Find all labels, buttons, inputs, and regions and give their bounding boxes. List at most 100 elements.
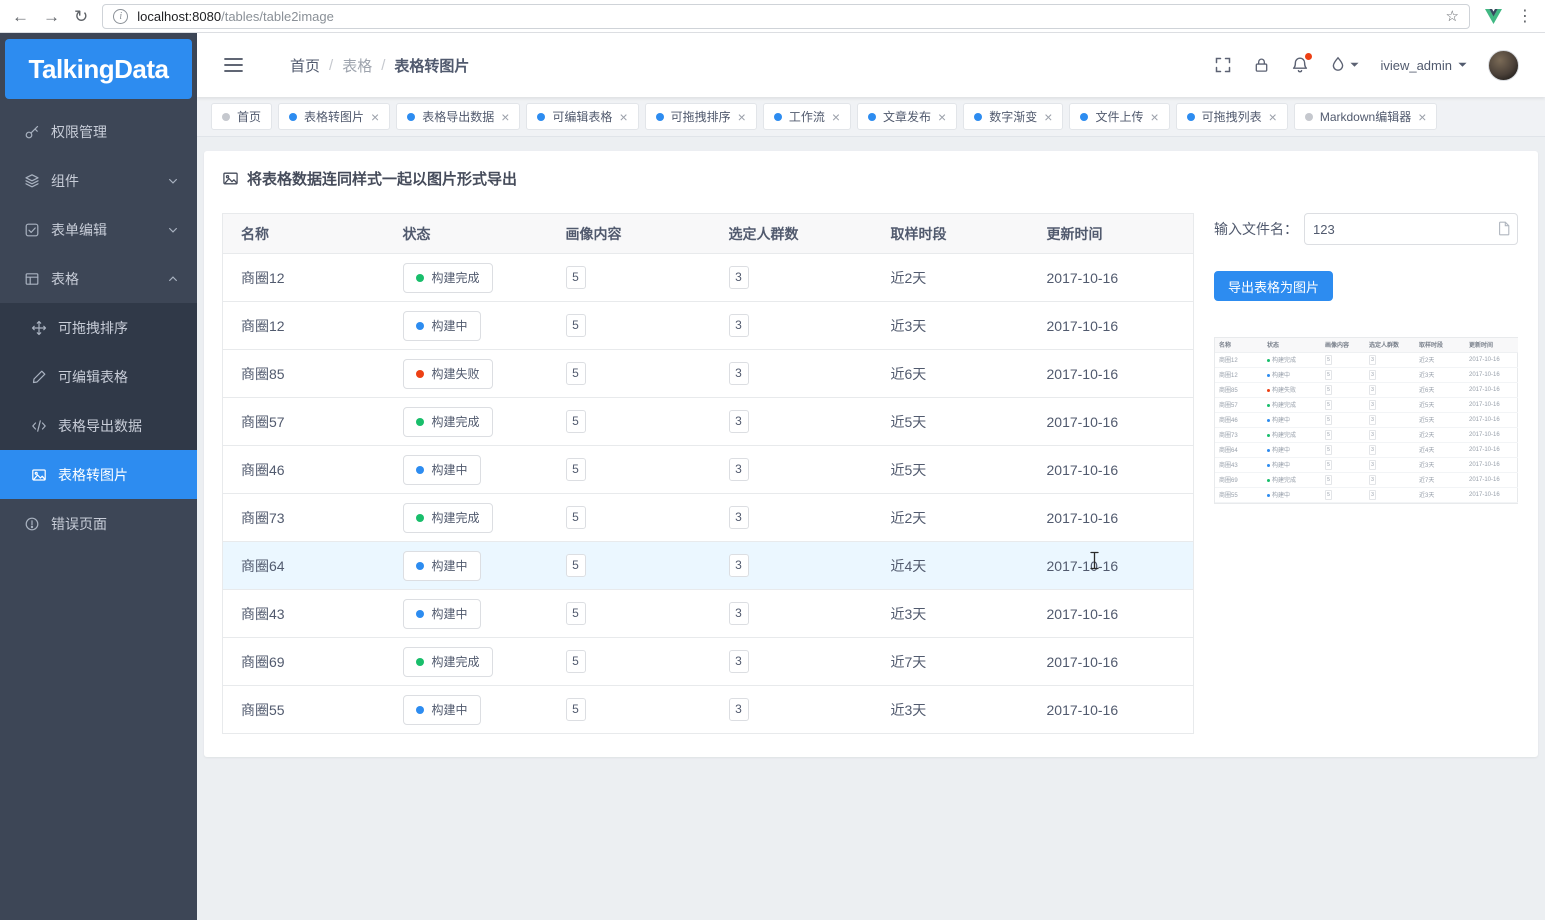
tab-close-icon[interactable]: ×: [1269, 110, 1277, 124]
sidebar-item-export-data[interactable]: 表格导出数据: [0, 401, 197, 450]
back-button[interactable]: ←: [12, 8, 29, 25]
column-header: 选定人群数: [710, 213, 873, 254]
avatar[interactable]: [1488, 49, 1519, 81]
status-button[interactable]: 构建中: [402, 550, 481, 581]
tab-home[interactable]: 首页: [211, 103, 273, 130]
tab-close-icon[interactable]: ×: [1150, 110, 1158, 124]
fullscreen-icon[interactable]: [1214, 56, 1232, 74]
status-button[interactable]: 构建完成: [402, 406, 493, 437]
portrait-count: 5: [565, 650, 586, 673]
table-row[interactable]: 商圈85 构建失败 5 3 近6天 2017-10-16: [222, 349, 1194, 398]
table-row[interactable]: 商圈69 构建完成 5 3 近7天 2017-10-16: [222, 637, 1194, 686]
cell-name: 商圈85: [222, 349, 385, 398]
page-info-icon[interactable]: i: [113, 8, 129, 24]
tab-dot: [407, 112, 416, 121]
tab-label: 可编辑表格: [552, 110, 613, 124]
export-image-button[interactable]: 导出表格为图片: [1214, 271, 1334, 301]
sidebar-item-label: 组件: [51, 172, 79, 189]
tab-export-data[interactable]: 表格导出数据 ×: [396, 103, 521, 130]
table-row[interactable]: 商圈64 构建中 5 3 近4天 2017-10-16: [222, 541, 1194, 590]
status-button[interactable]: 构建完成: [402, 646, 493, 677]
table-row[interactable]: 商圈12 构建中 5 3 近3天 2017-10-16: [222, 301, 1194, 350]
tab-file-upload[interactable]: 文件上传 ×: [1069, 103, 1170, 130]
theme-switch[interactable]: [1330, 56, 1360, 74]
sidebar-menu: 权限管理组件表单编辑 表格 可拖拽排序 可编辑表格 表格导出数据 表格转图片 错误页面: [0, 107, 197, 548]
sidebar-item-components[interactable]: 组件: [0, 156, 197, 205]
sidebar-item-permissions[interactable]: 权限管理: [0, 107, 197, 156]
breadcrumb: 首页 / 表格 / 表格转图片: [290, 55, 469, 76]
cell-updated: 2017-10-16: [1028, 493, 1194, 542]
lock-icon[interactable]: [1253, 56, 1270, 74]
bookmark-star-icon[interactable]: ☆: [1446, 7, 1459, 25]
cell-period: 近7天: [872, 637, 1029, 686]
audience-count: 3: [728, 650, 749, 673]
sidebar-item-table-to-image[interactable]: 表格转图片: [0, 450, 197, 499]
tab-workflow[interactable]: 工作流 ×: [762, 103, 852, 130]
tab-close-icon[interactable]: ×: [619, 110, 627, 124]
breadcrumb-tables[interactable]: 表格: [342, 55, 372, 76]
status-button[interactable]: 构建中: [402, 598, 481, 629]
status-button[interactable]: 构建中: [402, 454, 481, 485]
tab-close-icon[interactable]: ×: [501, 110, 509, 124]
sidebar-item-editable-table[interactable]: 可编辑表格: [0, 352, 197, 401]
header-actions: iview_admin: [1214, 49, 1519, 81]
table-row[interactable]: 商圈12 构建完成 5 3 近2天 2017-10-16: [222, 253, 1194, 302]
tab-close-icon[interactable]: ×: [832, 110, 840, 124]
status-button[interactable]: 构建失败: [402, 358, 493, 389]
table2image-card: 将表格数据连同样式一起以图片形式导出 名称 状态 画像内容 选定人群数 取样时段 更新时间…: [204, 151, 1538, 757]
menu-toggle-icon[interactable]: [223, 56, 244, 74]
sidebar-item-drag-sort[interactable]: 可拖拽排序: [0, 303, 197, 352]
audience-count: 3: [728, 458, 749, 481]
cell-updated: 2017-10-16: [1028, 349, 1194, 398]
user-menu[interactable]: iview_admin: [1380, 58, 1467, 73]
cell-updated: 2017-10-16: [1028, 589, 1194, 638]
address-bar[interactable]: i localhost:8080/tables/table2image ☆: [102, 3, 1470, 29]
forward-button[interactable]: →: [43, 8, 60, 25]
tab-number-transition[interactable]: 数字渐变 ×: [963, 103, 1064, 130]
reload-button[interactable]: ↻: [74, 8, 88, 25]
portrait-count: 5: [565, 602, 586, 625]
tab-table-to-image[interactable]: 表格转图片 ×: [278, 103, 391, 130]
cell-period: 近3天: [872, 685, 1029, 734]
table-row[interactable]: 商圈55 构建中 5 3 近3天 2017-10-16: [222, 685, 1194, 734]
tab-dot: [773, 112, 782, 121]
browser-menu-icon[interactable]: ⋮: [1517, 6, 1533, 26]
column-header: 画像内容: [547, 213, 711, 254]
sidebar-item-tables[interactable]: 表格: [0, 254, 197, 303]
tab-close-icon[interactable]: ×: [1044, 110, 1052, 124]
status-button[interactable]: 构建完成: [402, 502, 493, 533]
sidebar-item-form-edit[interactable]: 表单编辑: [0, 205, 197, 254]
tab-dot: [289, 112, 298, 121]
table-row[interactable]: 商圈46 构建中 5 3 近5天 2017-10-16: [222, 445, 1194, 494]
tab-close-icon[interactable]: ×: [1418, 110, 1426, 124]
tab-close-icon[interactable]: ×: [938, 110, 946, 124]
card-body: 名称 状态 画像内容 选定人群数 取样时段 更新时间 商圈12 构建完成 5 3 近2天 2017-…: [222, 213, 1520, 734]
sidebar-item-label: 权限管理: [51, 123, 107, 140]
ink-drop-icon: [1333, 56, 1344, 71]
filename-input[interactable]: [1304, 213, 1518, 245]
status-button[interactable]: 构建中: [402, 694, 481, 725]
portrait-count: 5: [565, 266, 586, 289]
table-row[interactable]: 商圈57 构建完成 5 3 近5天 2017-10-16: [222, 397, 1194, 446]
cell-name: 商圈46: [222, 445, 385, 494]
status-button[interactable]: 构建中: [402, 310, 481, 341]
tab-article-publish[interactable]: 文章发布 ×: [857, 103, 958, 130]
breadcrumb-home[interactable]: 首页: [290, 55, 320, 76]
tab-markdown-editor[interactable]: Markdown编辑器 ×: [1293, 103, 1438, 130]
tab-close-icon[interactable]: ×: [738, 110, 746, 124]
tab-dot: [868, 112, 877, 121]
tab-close-icon[interactable]: ×: [371, 110, 379, 124]
table-row[interactable]: 商圈73 构建完成 5 3 近2天 2017-10-16: [222, 493, 1194, 542]
tab-draggable-list[interactable]: 可拖拽列表 ×: [1175, 103, 1288, 130]
table-row[interactable]: 商圈43 构建中 5 3 近3天 2017-10-16: [222, 589, 1194, 638]
tab-editable-table[interactable]: 可编辑表格 ×: [526, 103, 639, 130]
vue-devtools-extension-icon[interactable]: [1484, 8, 1503, 25]
cell-period: 近3天: [872, 301, 1029, 350]
cell-updated: 2017-10-16: [1028, 445, 1194, 494]
notification-bell-icon[interactable]: [1291, 53, 1313, 74]
cell-name: 商圈43: [222, 589, 385, 638]
sidebar-item-error-pages[interactable]: 错误页面: [0, 499, 197, 548]
status-button[interactable]: 构建完成: [402, 262, 493, 293]
portrait-count: 5: [565, 458, 586, 481]
tab-drag-sort[interactable]: 可拖拽排序 ×: [644, 103, 757, 130]
